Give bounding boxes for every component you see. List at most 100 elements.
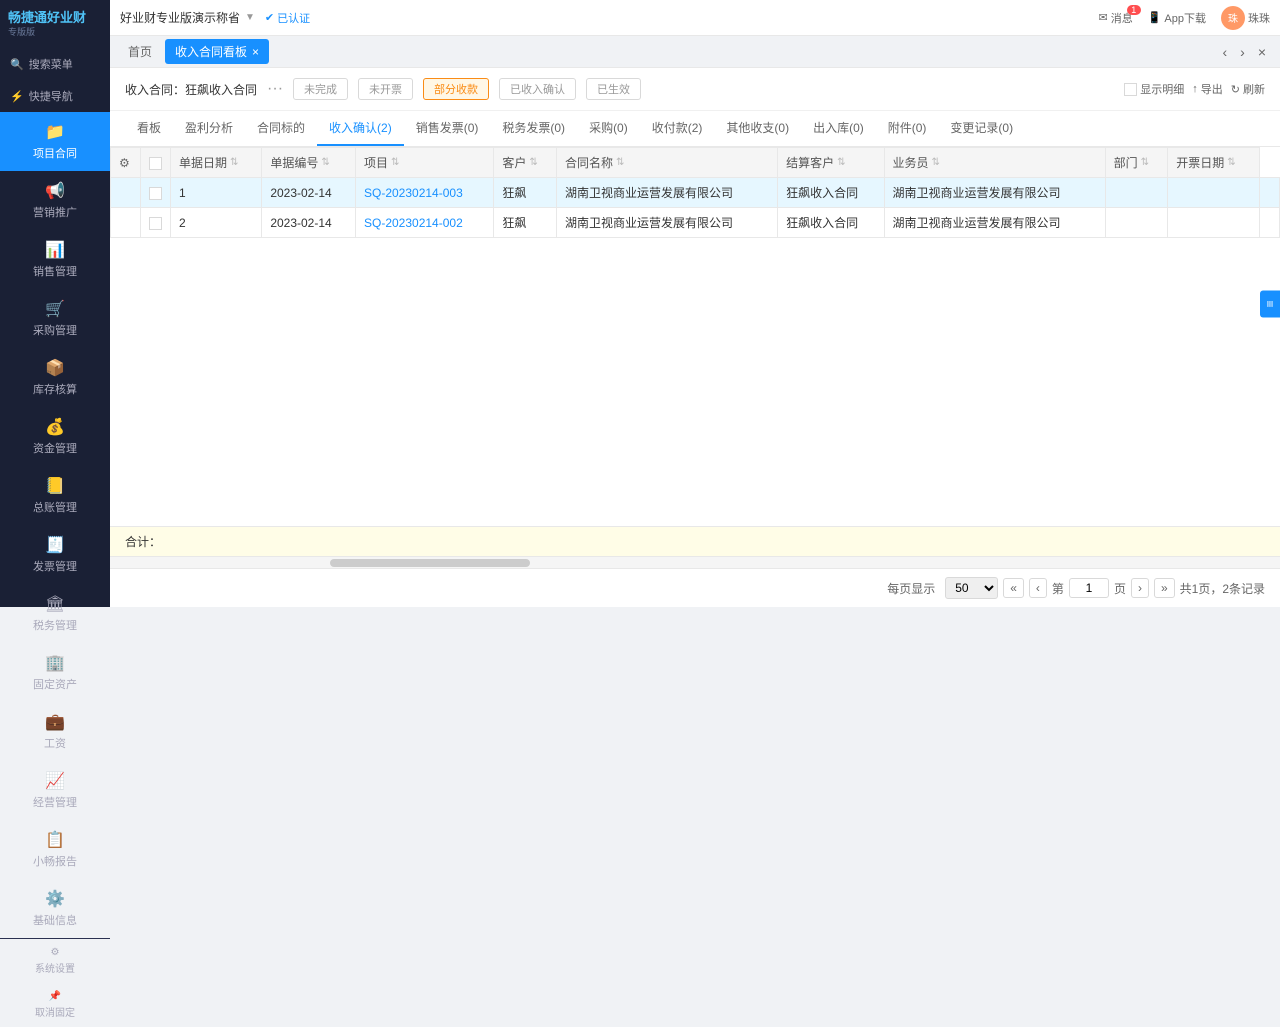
sidebar-item-marketing[interactable]: 📢 营销推广	[0, 171, 110, 230]
sidebar-item-report[interactable]: 📋 小畅报告	[0, 820, 110, 879]
tab-close-icon[interactable]: ×	[252, 45, 259, 59]
status-incomplete-button[interactable]: 未完成	[293, 78, 348, 100]
sidebar-item-invoice[interactable]: 🧾 发票管理	[0, 525, 110, 584]
row-checkbox[interactable]	[149, 217, 162, 230]
sidebar-item-bizmanage[interactable]: 📈 经营管理	[0, 761, 110, 820]
app-download-button[interactable]: 📱 App下载	[1148, 10, 1206, 26]
th-gear: ⚙	[111, 148, 141, 178]
contract-more-button[interactable]: ···	[267, 80, 283, 98]
sidebar-item-tax[interactable]: 🏛 税务管理	[0, 584, 110, 643]
tab-close-button[interactable]: ×	[1254, 44, 1270, 60]
row-number-link[interactable]: SQ-20230214-003	[364, 186, 463, 200]
sort-number-icon[interactable]: ⇅	[321, 157, 329, 168]
tax-icon: 🏛	[45, 594, 65, 614]
row-number-link[interactable]: SQ-20230214-002	[364, 216, 463, 230]
sidebar-item-quicknav[interactable]: ⚡ 快捷导航	[0, 80, 110, 112]
tab-next-button[interactable]: ›	[1236, 44, 1249, 60]
status-uninvoiced-button[interactable]: 未开票	[358, 78, 413, 100]
first-page-button[interactable]: «	[1003, 578, 1024, 598]
show-detail-check-icon[interactable]	[1124, 83, 1137, 96]
contract-header: 收入合同：狂飙收入合同 ··· 未完成 未开票 部分收款 已收入确认 已生效 显…	[110, 68, 1280, 111]
sidebar-item-unpin[interactable]: 📌 取消固定	[0, 983, 110, 1027]
tab-profit[interactable]: 盈利分析	[173, 111, 245, 146]
messages-button[interactable]: ✉ 1 消息	[1099, 10, 1133, 26]
sidebar-item-sales[interactable]: 📊 销售管理	[0, 230, 110, 289]
sidebar-item-accounting[interactable]: 📒 总账管理	[0, 466, 110, 525]
user-menu[interactable]: 珠 珠珠	[1221, 6, 1270, 30]
page-input[interactable]	[1069, 578, 1109, 598]
scrollbar-thumb[interactable]	[330, 559, 530, 567]
export-button[interactable]: ↑ 导出	[1192, 81, 1223, 97]
sidebar-item-hr[interactable]: 💼 工资	[0, 702, 110, 761]
tab-payment[interactable]: 收付款(2)	[640, 111, 715, 146]
sidebar-item-purchase[interactable]: 🛒 采购管理	[0, 289, 110, 348]
th-contract-name: 合同名称 ⇅	[556, 148, 777, 178]
gear-settings-icon[interactable]: ⚙	[119, 156, 130, 170]
select-all-checkbox[interactable]	[149, 157, 162, 170]
sidebar-unpin-label: 取消固定	[35, 1004, 75, 1019]
company-selector[interactable]: 好业财专业版演示称省 ▼	[120, 9, 255, 26]
sidebar-item-basic[interactable]: ⚙️ 基础信息	[0, 879, 110, 938]
avatar: 珠	[1221, 6, 1245, 30]
sidebar-item-projects[interactable]: 📁 项目合同	[0, 112, 110, 171]
refresh-button[interactable]: ↻ 刷新	[1231, 81, 1265, 97]
sidebar-item-settings[interactable]: ⚙ 系统设置	[0, 939, 110, 983]
tab-kanban[interactable]: 看板	[125, 111, 173, 146]
user-name: 珠珠	[1248, 10, 1270, 26]
table-row[interactable]: 1 2023-02-14 SQ-20230214-003 狂飙 湖南卫视商业运营…	[111, 178, 1280, 208]
sidebar-tax-label: 税务管理	[33, 617, 77, 633]
sidebar-item-search[interactable]: 🔍 搜索菜单	[0, 48, 110, 80]
app-download-icon: 📱	[1148, 11, 1162, 24]
row-checkbox[interactable]	[149, 187, 162, 200]
sort-salesperson-icon[interactable]: ⇅	[932, 157, 940, 168]
row-checkbox-cell[interactable]	[141, 178, 171, 208]
tab-attachments[interactable]: 附件(0)	[876, 111, 939, 146]
per-page-select[interactable]: 50 20 100	[945, 577, 998, 599]
sidebar-item-fixedassets[interactable]: 🏢 固定资产	[0, 643, 110, 702]
row-number[interactable]: SQ-20230214-002	[356, 208, 494, 238]
th-contract-name-label: 合同名称	[565, 154, 613, 171]
row-checkbox-cell[interactable]	[141, 208, 171, 238]
tab-prev-button[interactable]: ‹	[1218, 44, 1231, 60]
last-page-button[interactable]: »	[1154, 578, 1175, 598]
status-active-button[interactable]: 已生效	[586, 78, 641, 100]
tab-other-income[interactable]: 其他收支(0)	[714, 111, 801, 146]
sidebar-item-inventory[interactable]: 📦 库存核算	[0, 348, 110, 407]
accounting-icon: 📒	[45, 476, 65, 496]
sidebar-bottom: ⚙ 系统设置 📌 取消固定	[0, 938, 110, 1027]
tab-revenue-confirm[interactable]: 收入确认(2)	[317, 111, 404, 146]
sidebar-search-label: 搜索菜单	[29, 56, 73, 72]
active-tab[interactable]: 收入合同看板 ×	[165, 39, 269, 64]
funds-icon: 💰	[45, 417, 65, 437]
tab-purchase[interactable]: 采购(0)	[577, 111, 640, 146]
home-tab[interactable]: 首页	[120, 43, 160, 60]
th-settle-customer-label: 结算客户	[786, 154, 834, 171]
table-row[interactable]: 2 2023-02-14 SQ-20230214-002 狂飙 湖南卫视商业运营…	[111, 208, 1280, 238]
prev-page-button[interactable]: ‹	[1029, 578, 1047, 598]
sidebar-marketing-label: 营销推广	[33, 204, 77, 220]
table-wrapper: ⚙ 单据日期 ⇅ 单据编号	[110, 147, 1280, 526]
tab-change-log[interactable]: 变更记录(0)	[938, 111, 1025, 146]
right-panel-button[interactable]: ≡	[1261, 295, 1279, 312]
sort-customer-icon[interactable]: ⇅	[529, 157, 537, 168]
next-page-button[interactable]: ›	[1131, 578, 1149, 598]
topbar-actions: ✉ 1 消息 📱 App下载 珠 珠珠	[1099, 6, 1271, 30]
tab-inout-stock[interactable]: 出入库(0)	[801, 111, 876, 146]
status-partial-button[interactable]: 部分收款	[423, 78, 489, 100]
tab-tax-invoice[interactable]: 税务发票(0)	[490, 111, 577, 146]
tab-sales-invoice[interactable]: 销售发票(0)	[404, 111, 491, 146]
show-detail-checkbox[interactable]: 显示明细	[1124, 81, 1184, 97]
row-number[interactable]: SQ-20230214-003	[356, 178, 494, 208]
horizontal-scrollbar[interactable]	[110, 556, 1280, 568]
sort-invoice-date-icon[interactable]: ⇅	[1227, 157, 1235, 168]
sort-contract-name-icon[interactable]: ⇅	[616, 157, 624, 168]
company-name: 好业财专业版演示称省	[120, 9, 240, 26]
sort-department-icon[interactable]: ⇅	[1141, 157, 1149, 168]
sort-settle-customer-icon[interactable]: ⇅	[837, 157, 845, 168]
status-confirmed-button[interactable]: 已收入确认	[499, 78, 576, 100]
sort-date-icon[interactable]: ⇅	[230, 157, 238, 168]
sort-project-icon[interactable]: ⇅	[391, 157, 399, 168]
sidebar-item-funds[interactable]: 💰 资金管理	[0, 407, 110, 466]
tab-subject[interactable]: 合同标的	[245, 111, 317, 146]
row-date: 2023-02-14	[262, 208, 356, 238]
